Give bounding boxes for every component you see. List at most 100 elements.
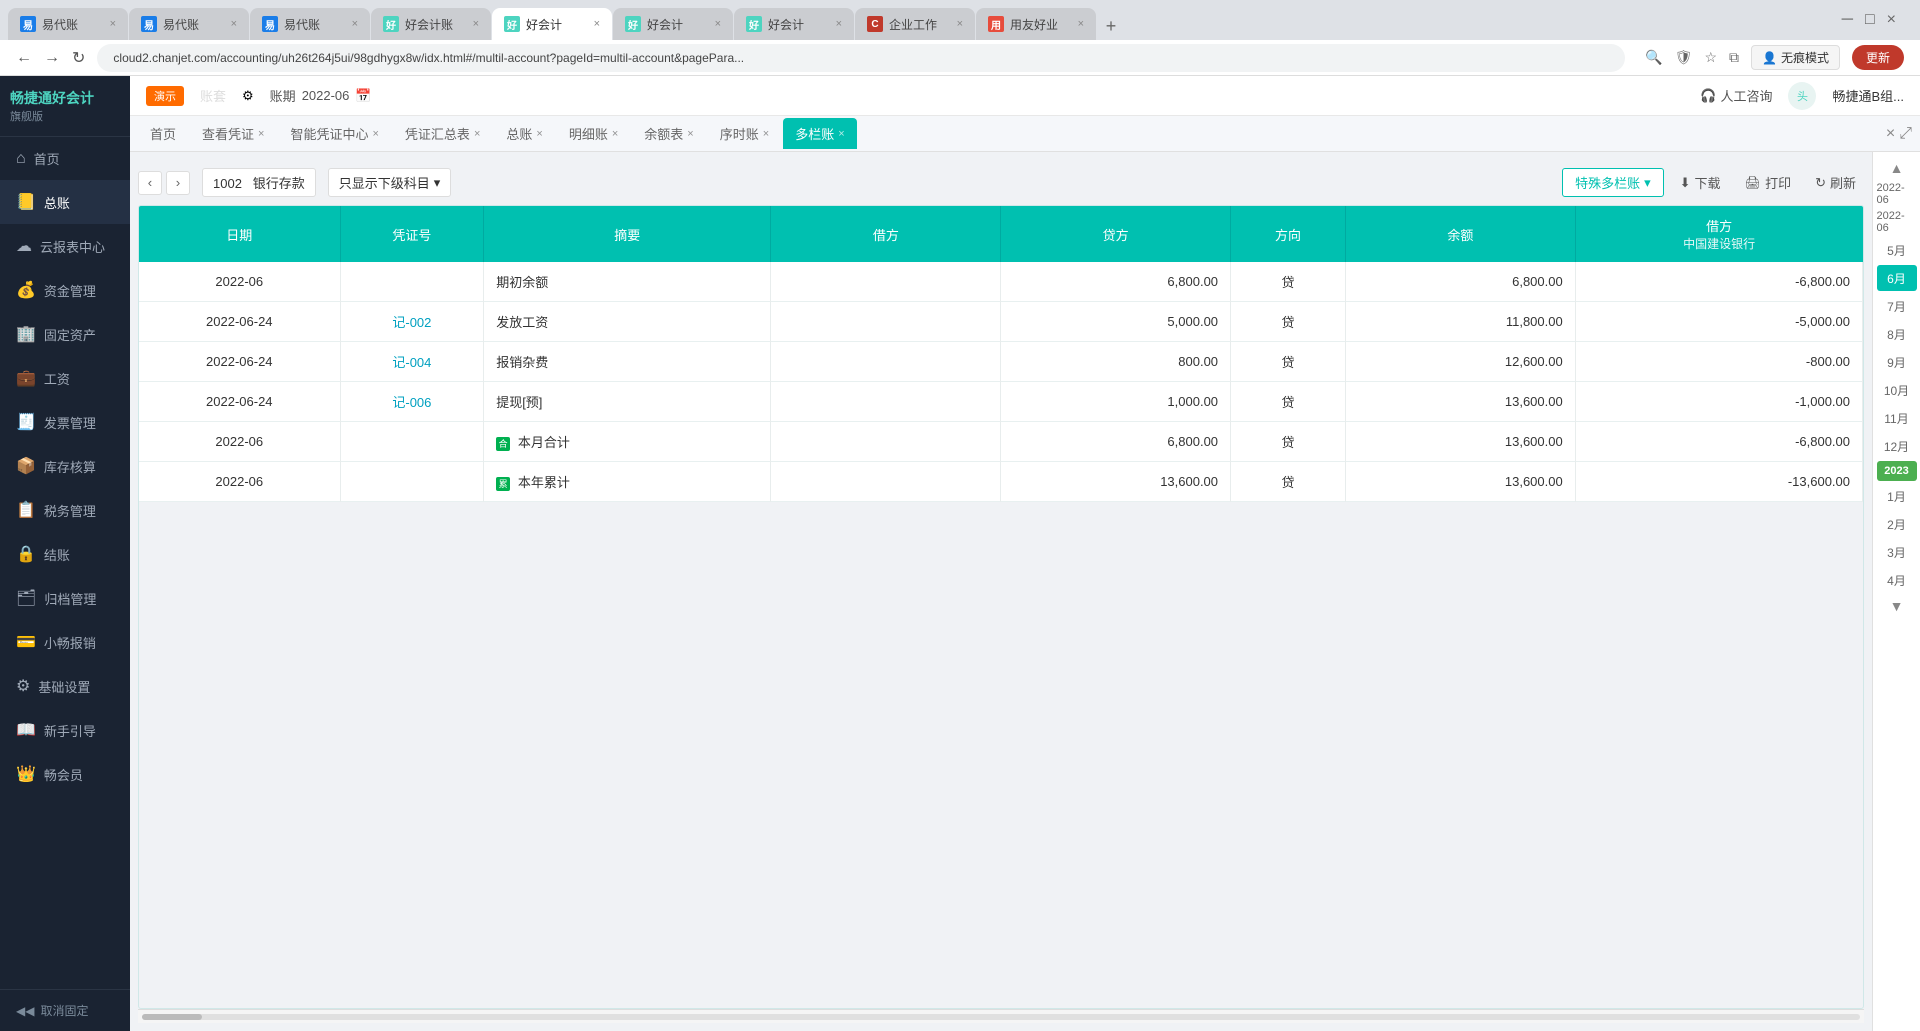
sidebar-item-cloud-report[interactable]: ☁ 云报表中心 (0, 224, 130, 268)
refresh-button[interactable]: ↻ 刷新 (1807, 168, 1864, 197)
back-button[interactable]: ← (16, 49, 32, 67)
calendar-icon[interactable]: 📅 (355, 88, 371, 104)
sidebar-item-closing[interactable]: 🔒 结账 (0, 532, 130, 576)
download-button[interactable]: ⬇ 下载 (1672, 168, 1729, 197)
split-view-icon[interactable]: ⧉ (1729, 49, 1739, 66)
month-nav-2022-06-2[interactable]: 2022-06 (1877, 209, 1917, 235)
month-nav-dec[interactable]: 12月 (1877, 433, 1917, 459)
shield-icon[interactable]: 🛡 (1675, 49, 1693, 66)
collapse-icon[interactable]: × (1886, 125, 1895, 143)
cell-voucher-4[interactable]: 记-006 (340, 382, 484, 422)
tab-detail-ledger[interactable]: 明细账 × (557, 118, 630, 149)
tab-general-ledger[interactable]: 总账 × (494, 118, 554, 149)
month-nav-june[interactable]: 6月 (1877, 265, 1917, 291)
sidebar-item-payroll[interactable]: 💼 工资 (0, 356, 130, 400)
tab-detail-ledger-close[interactable]: × (612, 128, 618, 140)
tab-4-close[interactable]: × (473, 18, 479, 30)
tab-seq-ledger-close[interactable]: × (763, 128, 769, 140)
horizontal-scrollbar[interactable] (138, 1009, 1864, 1023)
sidebar-item-settings[interactable]: ⚙ 基础设置 (0, 664, 130, 708)
sidebar-item-general-ledger[interactable]: 📒 总账 (0, 180, 130, 224)
search-icon[interactable]: 🔍 (1645, 49, 1662, 66)
tab-6-close[interactable]: × (715, 18, 721, 30)
voucher-link-4[interactable]: 记-006 (392, 395, 431, 410)
tab-multi-ledger[interactable]: 多栏账 × (783, 118, 856, 149)
tab-3-close[interactable]: × (352, 18, 358, 30)
cell-voucher-2[interactable]: 记-002 (340, 302, 484, 342)
month-nav-sep[interactable]: 9月 (1877, 349, 1917, 375)
browser-tab-6[interactable]: 好 好会计 × (613, 8, 733, 40)
expand-icon[interactable]: ⤢ (1899, 125, 1912, 143)
prev-account-button[interactable]: ‹ (138, 171, 162, 195)
consult-button[interactable]: 🎧 人工咨询 (1700, 86, 1772, 105)
sidebar-item-archive[interactable]: 🗂 归档管理 (0, 576, 130, 620)
month-nav-may[interactable]: 5月 (1877, 237, 1917, 263)
browser-tab-1[interactable]: 易 易代账 × (8, 8, 128, 40)
sidebar-item-fixed-assets[interactable]: 🏢 固定资产 (0, 312, 130, 356)
sidebar-item-expense[interactable]: 💳 小畅报销 (0, 620, 130, 664)
tab-smart-center-close[interactable]: × (372, 128, 378, 140)
tab-home[interactable]: 首页 (138, 118, 188, 149)
tab-9-close[interactable]: × (1078, 18, 1084, 30)
browser-tab-7[interactable]: 好 好会计 × (734, 8, 854, 40)
tab-view-voucher[interactable]: 查看凭证 × (190, 118, 276, 149)
sidebar-item-invoice[interactable]: 🧾 发票管理 (0, 400, 130, 444)
sidebar-item-fund-mgmt[interactable]: 💰 资金管理 (0, 268, 130, 312)
tab-view-voucher-close[interactable]: × (258, 128, 264, 140)
tab-balance-table-close[interactable]: × (687, 128, 693, 140)
url-input[interactable]: cloud2.chanjet.com/accounting/uh26t264j5… (97, 44, 1625, 72)
browser-tab-3[interactable]: 易 易代账 × (250, 8, 370, 40)
sidebar-item-membership[interactable]: 👑 畅会员 (0, 752, 130, 796)
month-nav-jan[interactable]: 1月 (1877, 483, 1917, 509)
voucher-link-3[interactable]: 记-004 (392, 355, 431, 370)
month-nav-nov[interactable]: 11月 (1877, 405, 1917, 431)
tab-7-close[interactable]: × (836, 18, 842, 30)
sidebar-unpin[interactable]: ◀◀ 取消固定 (0, 989, 130, 1031)
settings-gear-icon[interactable]: ⚙ (242, 88, 254, 104)
tab-5-close[interactable]: × (594, 18, 600, 30)
minimize-icon[interactable]: ─ (1842, 11, 1853, 29)
month-nav-down-arrow[interactable]: ▼ (1886, 594, 1908, 618)
month-nav-aug[interactable]: 8月 (1877, 321, 1917, 347)
filter-select[interactable]: 只显示下级科目 ▾ (328, 168, 452, 197)
print-button[interactable]: 🖨 打印 (1737, 168, 1800, 197)
tab-seq-ledger[interactable]: 序时账 × (708, 118, 781, 149)
forward-button[interactable]: → (44, 49, 60, 67)
maximize-icon[interactable]: □ (1865, 11, 1875, 29)
month-nav-apr[interactable]: 4月 (1877, 567, 1917, 593)
wuhen-mode-button[interactable]: 👤 无痕模式 (1751, 45, 1840, 70)
month-nav-2022-06-1[interactable]: 2022-06 (1877, 181, 1917, 207)
tab-general-ledger-close[interactable]: × (536, 128, 542, 140)
close-window-icon[interactable]: × (1887, 11, 1896, 29)
update-button[interactable]: 更新 (1852, 45, 1904, 70)
tab-1-close[interactable]: × (110, 18, 116, 30)
reload-button[interactable]: ↻ (72, 48, 85, 68)
tab-smart-center[interactable]: 智能凭证中心 × (278, 118, 390, 149)
month-nav-july[interactable]: 7月 (1877, 293, 1917, 319)
tab-8-close[interactable]: × (957, 18, 963, 30)
browser-tab-9[interactable]: 用 用友好业 × (976, 8, 1096, 40)
month-nav-up-arrow[interactable]: ▲ (1886, 156, 1908, 180)
browser-tab-8[interactable]: C 企业工作 × (855, 8, 975, 40)
scrollbar-thumb[interactable] (142, 1014, 202, 1020)
browser-tab-5[interactable]: 好 好会计 × (492, 8, 612, 40)
sidebar-item-tax[interactable]: 📋 税务管理 (0, 488, 130, 532)
new-tab-button[interactable]: + (1097, 12, 1125, 40)
month-nav-feb[interactable]: 2月 (1877, 511, 1917, 537)
tab-balance-table[interactable]: 余额表 × (632, 118, 705, 149)
tab-voucher-summary[interactable]: 凭证汇总表 × (393, 118, 492, 149)
month-nav-mar[interactable]: 3月 (1877, 539, 1917, 565)
browser-tab-4[interactable]: 好 好会计账 × (371, 8, 491, 40)
month-nav-oct[interactable]: 10月 (1877, 377, 1917, 403)
tab-multi-ledger-close[interactable]: × (838, 128, 844, 140)
sidebar-item-home[interactable]: ⌂ 首页 (0, 137, 130, 180)
account-selector[interactable]: 1002 银行存款 (202, 168, 316, 197)
sidebar-item-guide[interactable]: 📖 新手引导 (0, 708, 130, 752)
special-multi-ledger-button[interactable]: 特殊多栏账 ▾ (1562, 168, 1664, 197)
tab-voucher-summary-close[interactable]: × (474, 128, 480, 140)
sidebar-item-inventory[interactable]: 📦 库存核算 (0, 444, 130, 488)
cell-voucher-3[interactable]: 记-004 (340, 342, 484, 382)
next-account-button[interactable]: › (166, 171, 190, 195)
browser-tab-2[interactable]: 易 易代账 × (129, 8, 249, 40)
star-icon[interactable]: ☆ (1704, 49, 1717, 66)
